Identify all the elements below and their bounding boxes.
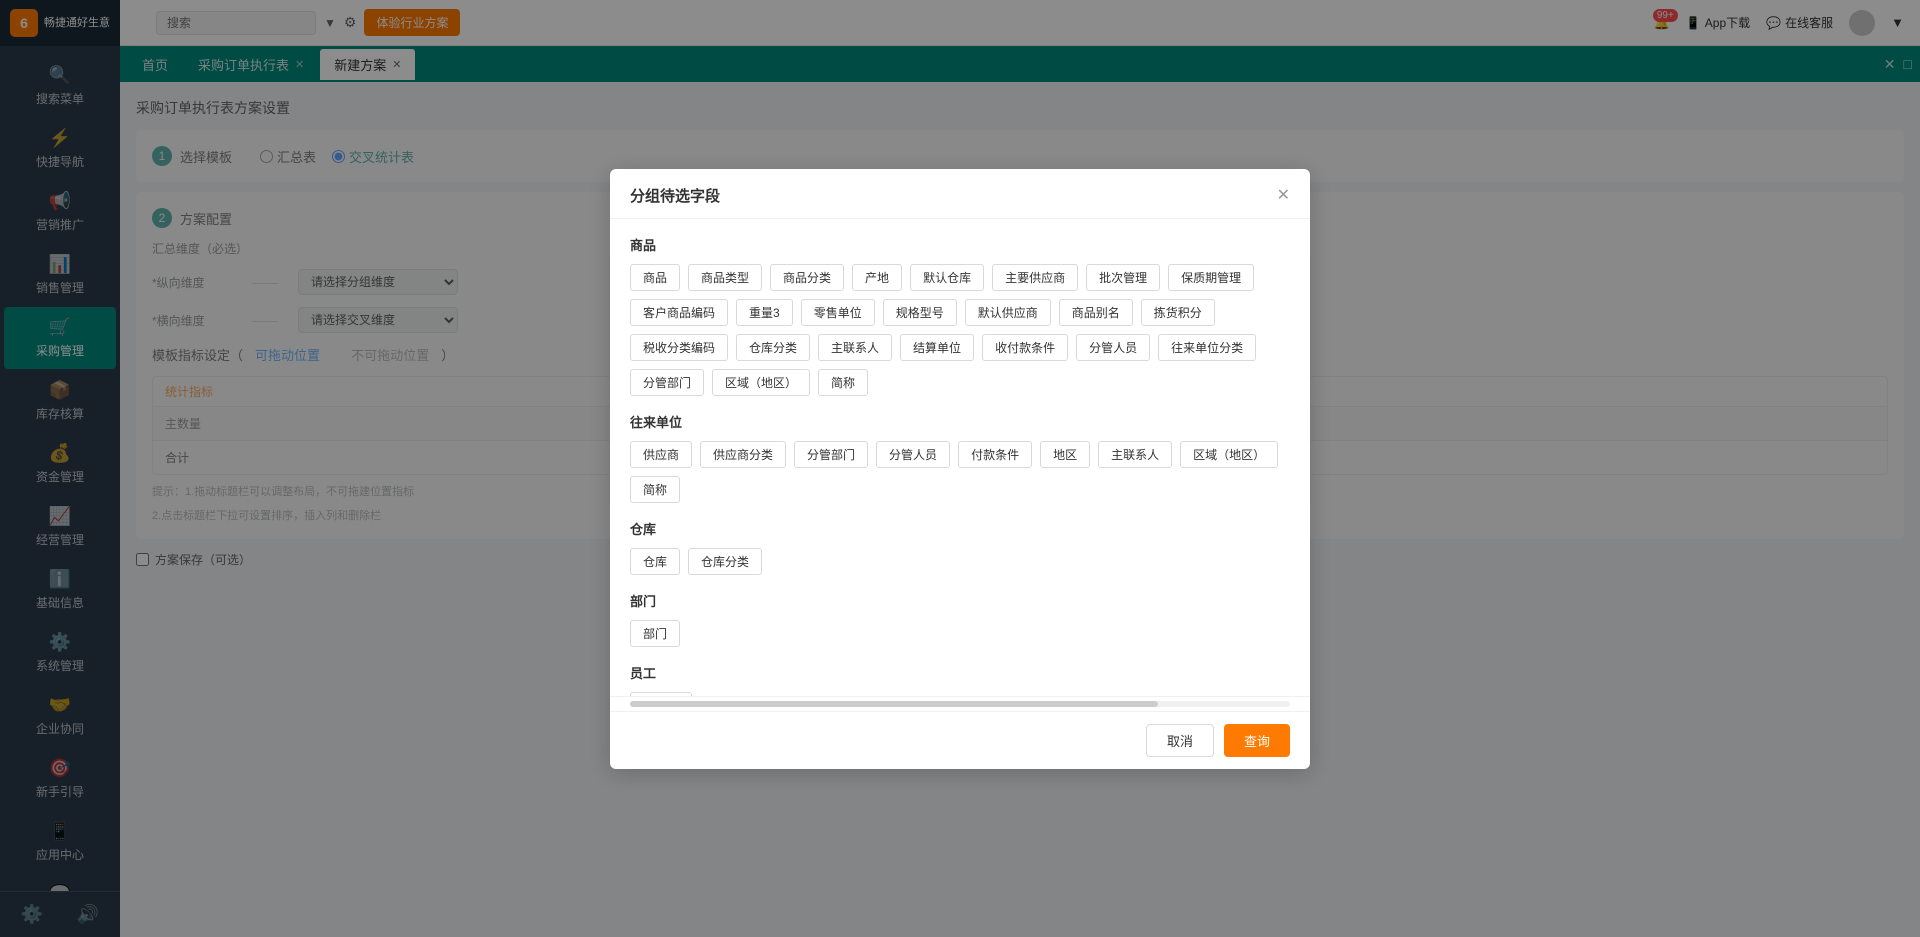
section-title-1: 往来单位 <box>630 412 1290 431</box>
field-tag-1-0[interactable]: 供应商 <box>630 441 692 468</box>
cancel-button[interactable]: 取消 <box>1146 724 1214 757</box>
field-tag-0-3[interactable]: 产地 <box>852 264 902 291</box>
field-tag-0-8[interactable]: 客户商品编码 <box>630 299 728 326</box>
section-title-2: 仓库 <box>630 519 1290 538</box>
field-tag-0-18[interactable]: 结算单位 <box>900 334 974 361</box>
field-tag-0-21[interactable]: 往来单位分类 <box>1158 334 1256 361</box>
field-tag-0-22[interactable]: 分管部门 <box>630 369 704 396</box>
modal-title: 分组待选字段 <box>630 185 720 206</box>
confirm-button[interactable]: 查询 <box>1224 724 1290 757</box>
field-tag-1-5[interactable]: 地区 <box>1040 441 1090 468</box>
section-title-4: 员工 <box>630 663 1290 682</box>
field-tags-2: 仓库仓库分类 <box>630 548 1290 575</box>
field-tag-0-17[interactable]: 主联系人 <box>818 334 892 361</box>
scrollbar-x <box>610 696 1310 711</box>
field-tag-1-4[interactable]: 付款条件 <box>958 441 1032 468</box>
field-tag-0-11[interactable]: 规格型号 <box>883 299 957 326</box>
field-tag-0-20[interactable]: 分管人员 <box>1076 334 1150 361</box>
field-tag-0-15[interactable]: 税收分类编码 <box>630 334 728 361</box>
field-tag-0-9[interactable]: 重量3 <box>736 299 793 326</box>
scrollbar-thumb[interactable] <box>630 701 1158 707</box>
field-section-2: 仓库仓库仓库分类 <box>630 519 1290 575</box>
section-title-3: 部门 <box>630 591 1290 610</box>
field-tag-1-6[interactable]: 主联系人 <box>1098 441 1172 468</box>
field-tag-1-8[interactable]: 简称 <box>630 476 680 503</box>
field-tag-1-3[interactable]: 分管人员 <box>876 441 950 468</box>
field-tag-1-1[interactable]: 供应商分类 <box>700 441 786 468</box>
modal-close-btn[interactable]: ✕ <box>1277 185 1290 205</box>
field-tag-0-24[interactable]: 简称 <box>818 369 868 396</box>
field-tag-0-1[interactable]: 商品类型 <box>688 264 762 291</box>
modal-footer: 取消 查询 <box>610 711 1310 769</box>
field-tag-3-0[interactable]: 部门 <box>630 620 680 647</box>
field-tag-0-16[interactable]: 仓库分类 <box>736 334 810 361</box>
field-tag-1-2[interactable]: 分管部门 <box>794 441 868 468</box>
field-tag-1-7[interactable]: 区域（地区） <box>1180 441 1278 468</box>
field-tag-0-2[interactable]: 商品分类 <box>770 264 844 291</box>
field-tag-0-23[interactable]: 区域（地区） <box>712 369 810 396</box>
field-tags-0: 商品商品类型商品分类产地默认仓库主要供应商批次管理保质期管理客户商品编码重量3 零… <box>630 264 1290 396</box>
field-tag-0-5[interactable]: 主要供应商 <box>992 264 1078 291</box>
modal: 分组待选字段 ✕ 商品商品商品类型商品分类产地默认仓库主要供应商批次管理保质期管… <box>610 169 1310 769</box>
section-title-0: 商品 <box>630 235 1290 254</box>
scrollbar-track <box>630 701 1290 707</box>
field-section-0: 商品商品商品类型商品分类产地默认仓库主要供应商批次管理保质期管理客户商品编码重量… <box>630 235 1290 396</box>
field-tags-3: 部门 <box>630 620 1290 647</box>
field-tag-0-19[interactable]: 收付款条件 <box>982 334 1068 361</box>
field-tag-0-13[interactable]: 商品别名 <box>1059 299 1133 326</box>
field-tag-0-6[interactable]: 批次管理 <box>1086 264 1160 291</box>
modal-header: 分组待选字段 ✕ <box>610 169 1310 219</box>
field-section-1: 往来单位供应商供应商分类分管部门分管人员付款条件地区主联系人区域（地区） 简称 <box>630 412 1290 503</box>
field-tag-0-4[interactable]: 默认仓库 <box>910 264 984 291</box>
field-tags-1: 供应商供应商分类分管部门分管人员付款条件地区主联系人区域（地区） 简称 <box>630 441 1290 503</box>
field-tag-0-7[interactable]: 保质期管理 <box>1168 264 1254 291</box>
field-tag-0-0[interactable]: 商品 <box>630 264 680 291</box>
field-tag-0-12[interactable]: 默认供应商 <box>965 299 1051 326</box>
field-tag-2-1[interactable]: 仓库分类 <box>688 548 762 575</box>
field-section-4: 员工业务员 <box>630 663 1290 696</box>
field-tag-0-14[interactable]: 拣货积分 <box>1141 299 1215 326</box>
field-section-3: 部门部门 <box>630 591 1290 647</box>
field-tag-0-10[interactable]: 零售单位 <box>801 299 875 326</box>
modal-body[interactable]: 商品商品商品类型商品分类产地默认仓库主要供应商批次管理保质期管理客户商品编码重量… <box>610 219 1310 696</box>
modal-overlay: 分组待选字段 ✕ 商品商品商品类型商品分类产地默认仓库主要供应商批次管理保质期管… <box>0 0 1920 937</box>
field-tag-2-0[interactable]: 仓库 <box>630 548 680 575</box>
